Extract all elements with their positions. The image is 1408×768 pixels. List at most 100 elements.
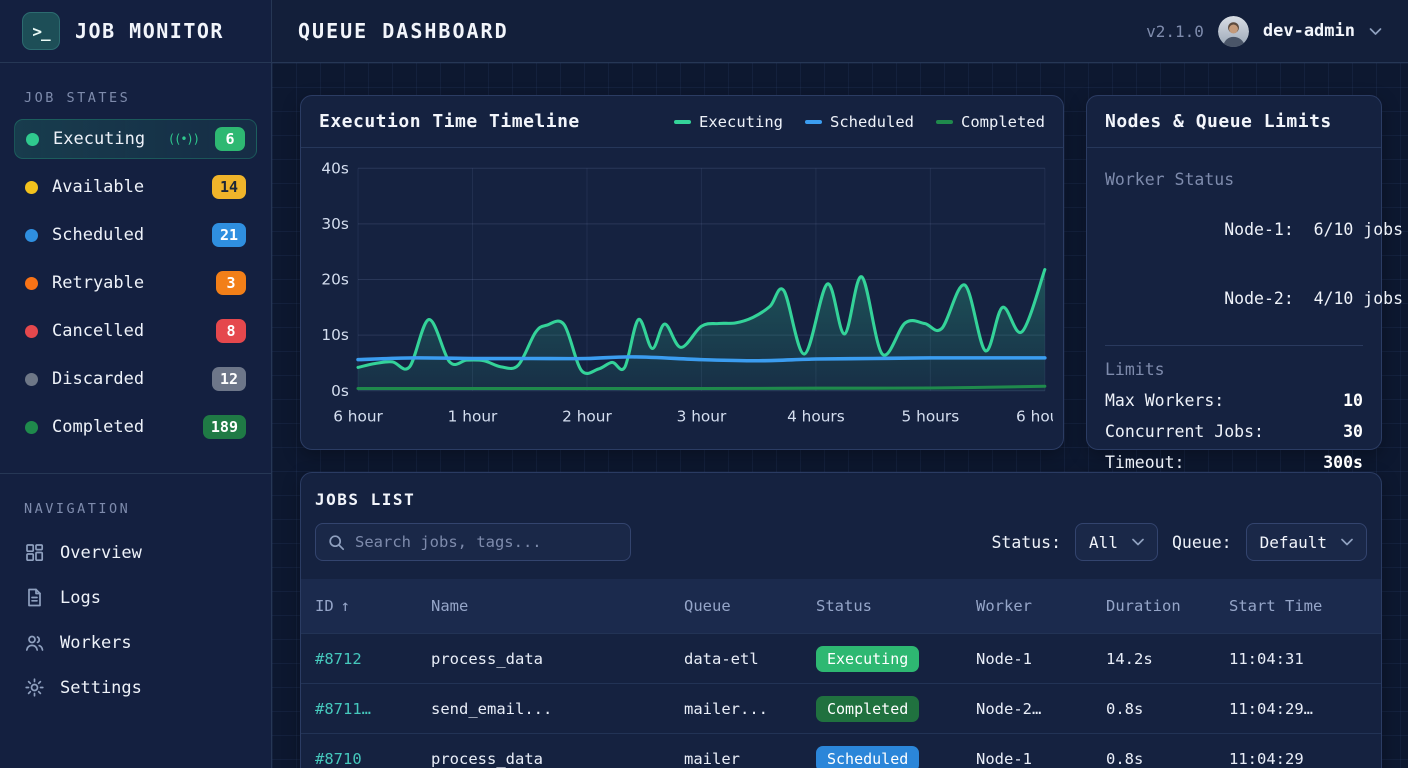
job-name: process_data: [431, 649, 543, 668]
sidebar-item-completed[interactable]: Completed 189: [14, 407, 257, 447]
version-label: v2.1.0: [1146, 21, 1204, 41]
column-header-id[interactable]: ID ↑: [315, 597, 431, 615]
table-row[interactable]: #8711… send_email... mailer... Completed…: [301, 683, 1381, 733]
nodes-panel-title: Nodes & Queue Limits: [1105, 111, 1332, 132]
nav-label: Logs: [60, 587, 101, 608]
svg-text:40s: 40s: [321, 159, 348, 177]
timeline-chart: 0s 10s 20s 30s 40s 6 hour 1 hour 2 hour 3 hour 4 …: [321, 159, 1053, 425]
table-row[interactable]: #8710 process_data mailer Scheduled Node…: [301, 733, 1381, 768]
sidebar-item-settings[interactable]: Settings: [0, 665, 271, 710]
queue-filter-value: Default: [1259, 532, 1327, 552]
status-filter-select[interactable]: All: [1075, 523, 1158, 561]
svg-text:20s: 20s: [321, 271, 348, 289]
chevron-down-icon: [1341, 538, 1353, 546]
legend-swatch: [936, 119, 953, 124]
nav-label: Workers: [60, 632, 132, 653]
limit-row: Max Workers: 10: [1105, 391, 1363, 410]
legend-label: Executing: [699, 112, 783, 131]
state-label: Retryable: [52, 273, 145, 293]
nav-label: Overview: [60, 542, 142, 563]
count-badge: 8: [216, 319, 246, 343]
sidebar-item-executing[interactable]: Executing ((•)) 6: [14, 119, 257, 159]
sort-asc-icon: ↑: [340, 597, 351, 615]
worker-status-heading: Worker Status: [1105, 170, 1235, 189]
sidebar-item-available[interactable]: Available 14: [14, 167, 257, 207]
job-start-time: 11:04:29…: [1229, 699, 1313, 718]
column-header-worker[interactable]: Worker: [976, 597, 1106, 615]
svg-text:0s: 0s: [331, 382, 349, 400]
job-id-link[interactable]: #8710: [315, 750, 431, 768]
status-badge: Executing: [816, 645, 920, 672]
state-label: Scheduled: [52, 225, 145, 245]
state-label: Cancelled: [52, 321, 145, 341]
svg-text:6 hours: 6 hours: [1016, 407, 1053, 425]
job-queue: mailer...: [684, 699, 768, 718]
column-header-status[interactable]: Status: [816, 597, 976, 615]
sidebar-item-discarded[interactable]: Discarded 12: [14, 359, 257, 399]
grid-icon: [26, 544, 44, 562]
column-header-name[interactable]: Name: [431, 597, 684, 615]
legend-completed[interactable]: Completed: [936, 113, 1045, 131]
node-jobs: Node-1: 6/10 jobs: [1224, 220, 1404, 239]
search-box[interactable]: [315, 523, 631, 561]
status-filter-value: All: [1089, 532, 1118, 552]
column-header-duration[interactable]: Duration: [1106, 597, 1229, 615]
sidebar-item-workers[interactable]: Workers: [0, 620, 271, 665]
user-menu[interactable]: dev-admin: [1263, 21, 1355, 41]
job-worker: Node-1: [976, 649, 1032, 668]
queue-filter-label: Queue:: [1171, 532, 1232, 552]
cancelled-status-dot: [25, 324, 38, 338]
job-name: process_data: [431, 749, 543, 768]
sidebar-item-cancelled[interactable]: Cancelled 8: [14, 311, 257, 351]
sidebar-item-overview[interactable]: Overview: [0, 530, 271, 575]
table-row[interactable]: #8712 process_data data-etl Executing No…: [301, 633, 1381, 683]
sidebar: >_ JOB MONITOR JOB STATES Executing ((•)…: [0, 0, 272, 768]
svg-text:1 hour: 1 hour: [448, 407, 498, 425]
column-header-start-time[interactable]: Start Time: [1229, 597, 1381, 615]
count-badge: 3: [216, 271, 246, 295]
avatar[interactable]: [1217, 15, 1249, 47]
job-id-link[interactable]: #8712: [315, 650, 431, 668]
jobs-table-header: ID ↑ Name Queue Status Worker Duration St…: [301, 579, 1381, 633]
state-label: Executing: [53, 129, 146, 149]
chevron-down-icon[interactable]: [1369, 27, 1382, 36]
job-duration: 0.8s: [1106, 699, 1144, 718]
timeline-panel: Execution Time Timeline Executing Schedu…: [300, 95, 1064, 450]
discarded-status-dot: [25, 372, 38, 386]
scheduled-status-dot: [25, 228, 38, 242]
count-badge: 12: [211, 367, 246, 391]
avatar-image: [1217, 15, 1249, 47]
node-cpu: 72% cpu: [1403, 289, 1408, 308]
retryable-status-dot: [25, 276, 38, 290]
status-badge: Completed: [816, 695, 920, 722]
search-input[interactable]: [355, 533, 618, 551]
terminal-icon: >_: [22, 12, 60, 50]
queue-filter-select[interactable]: Default: [1245, 523, 1367, 561]
sidebar-item-retryable[interactable]: Retryable 3: [14, 263, 257, 303]
live-pulse-icon: ((•)): [167, 132, 200, 146]
chart-legend: Executing Scheduled Completed: [674, 113, 1045, 131]
sidebar-item-scheduled[interactable]: Scheduled 21: [14, 215, 257, 255]
job-id-link[interactable]: #8711…: [315, 700, 431, 718]
job-duration: 0.8s: [1106, 749, 1144, 768]
app-title: JOB MONITOR: [75, 19, 224, 43]
panel-divider: [1105, 345, 1363, 346]
legend-scheduled[interactable]: Scheduled: [805, 113, 914, 131]
node-cpu: 85% cpu: [1403, 220, 1408, 239]
sidebar-divider: [0, 473, 271, 474]
topbar: QUEUE DASHBOARD v2.1.0 dev-admin: [272, 0, 1408, 63]
svg-text:10s: 10s: [321, 326, 348, 344]
svg-text:6 hour: 6 hour: [333, 407, 383, 425]
limit-row: Concurrent Jobs: 30: [1105, 422, 1363, 441]
limit-row: Timeout: 300s: [1105, 453, 1363, 472]
available-status-dot: [25, 180, 38, 194]
completed-status-dot: [25, 420, 38, 434]
limit-label: Concurrent Jobs:: [1105, 422, 1264, 441]
legend-executing[interactable]: Executing: [674, 113, 783, 131]
users-icon: [25, 635, 44, 651]
column-header-queue[interactable]: Queue: [684, 597, 816, 615]
svg-text:30s: 30s: [321, 215, 348, 233]
sidebar-item-logs[interactable]: Logs: [0, 575, 271, 620]
gear-icon: [25, 678, 44, 697]
limits-heading: Limits: [1105, 360, 1165, 379]
